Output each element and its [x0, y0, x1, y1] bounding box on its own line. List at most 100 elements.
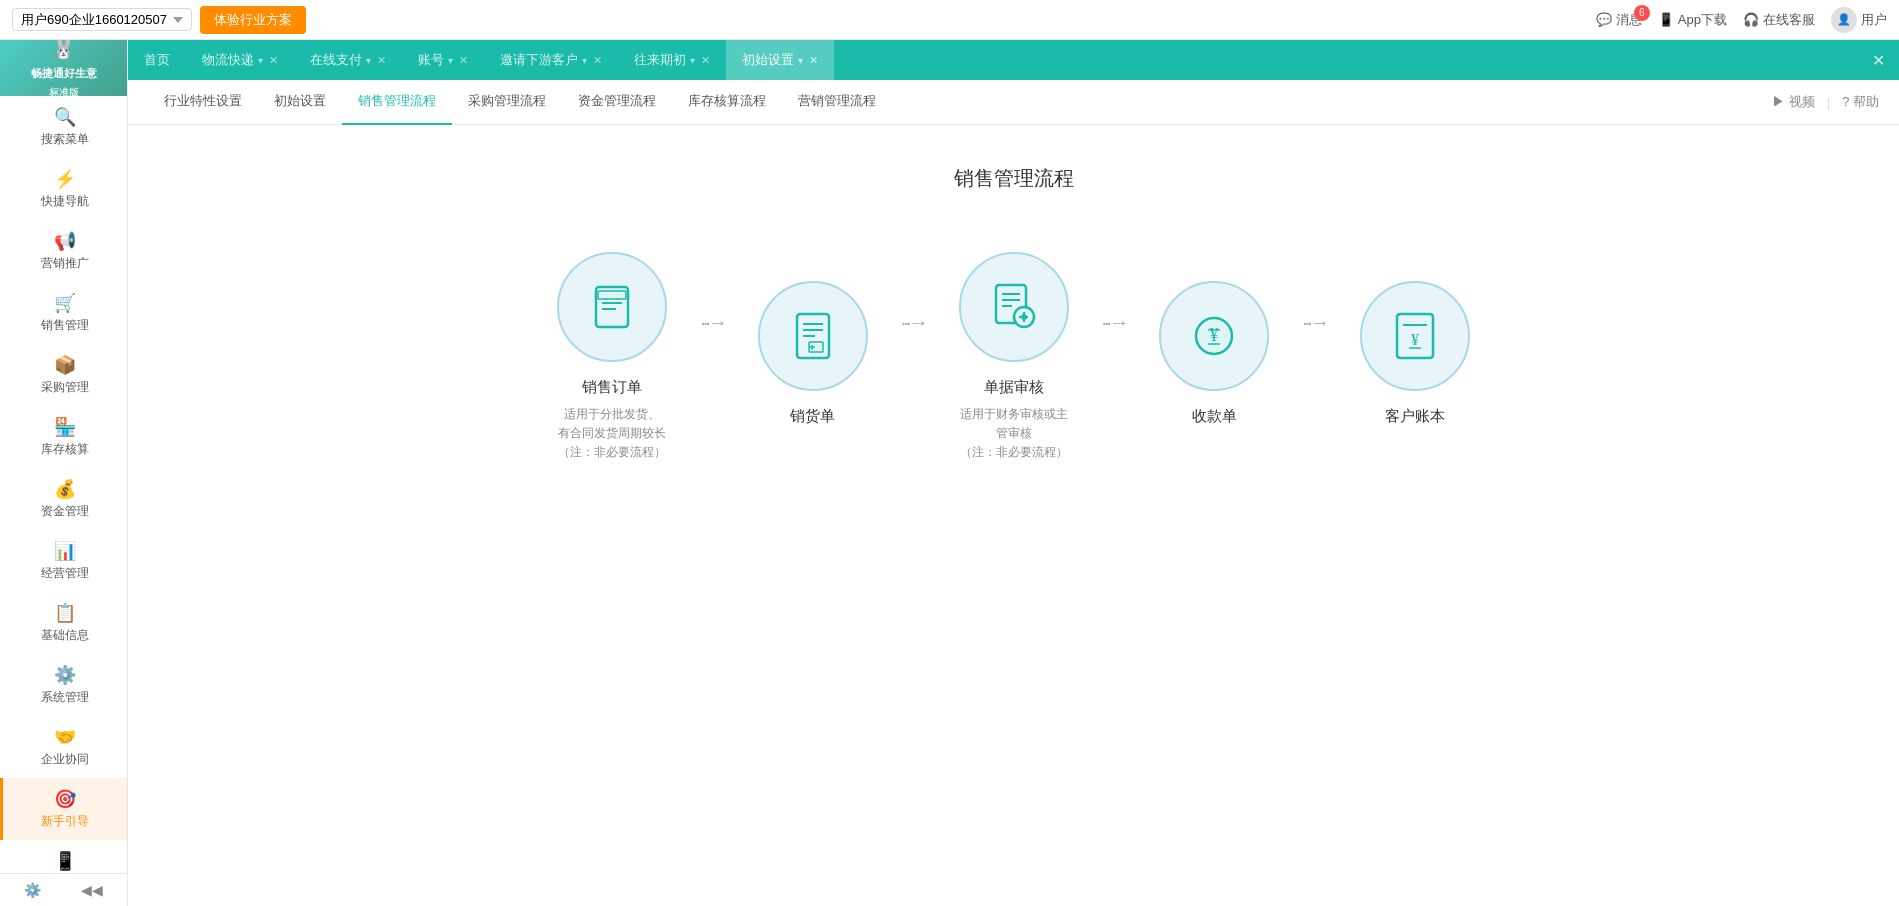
sys-mgmt-icon: ⚙️	[54, 664, 76, 686]
flow-arrow: ···→	[1294, 311, 1335, 334]
flow-steps: 销售订单适用于分批发货、有合同发货周期较长（注：非必要流程）···→ 销货单··…	[532, 252, 1495, 463]
sidebar-item-enterprise-coop[interactable]: 🤝企业协同	[0, 716, 127, 778]
step-name-receipt: 收款单	[1192, 407, 1237, 426]
svg-text:¥: ¥	[1210, 325, 1219, 345]
nav-tab-物流快递[interactable]: 物流快递 ▾ ✕	[186, 40, 294, 80]
online-service-item[interactable]: 🎧 在线客服	[1743, 11, 1815, 29]
nav-tab-在线支付[interactable]: 在线支付 ▾ ✕	[294, 40, 402, 80]
sidebar-label-basic-info: 基础信息	[41, 627, 89, 644]
flow-title: 销售管理流程	[954, 165, 1074, 192]
sidebar-item-finance-mgmt[interactable]: 💰资金管理	[0, 468, 127, 530]
flow-arrow: ···→	[692, 311, 733, 334]
basic-info-icon: 📋	[54, 602, 76, 624]
flow-step-receipt[interactable]: ¥ 收款单	[1134, 281, 1294, 434]
sidebar-label-inventory: 库存核算	[41, 441, 89, 458]
flow-arrow: ···→	[1094, 311, 1135, 334]
sub-tab-采购管理流程[interactable]: 采购管理流程	[452, 80, 562, 125]
sub-tabs: 行业特性设置初始设置销售管理流程采购管理流程资金管理流程库存核算流程营销管理流程…	[128, 80, 1899, 125]
step-name-doc-review: 单据审核	[984, 378, 1044, 397]
sidebar-label-search: 搜索菜单	[41, 131, 89, 148]
sidebar-item-marketing-promo[interactable]: 📢 营销推广	[0, 220, 127, 282]
sidebar-item-purchase-mgmt[interactable]: 📦采购管理	[0, 344, 127, 406]
nav-tabs: 首页物流快递 ▾ ✕在线支付 ▾ ✕账号 ▾ ✕邀请下游客户 ▾ ✕往来期初 ▾…	[128, 40, 1899, 80]
nav-tab-label: 邀请下游客户	[500, 51, 578, 69]
step-circle-sales-order	[557, 252, 667, 362]
enterprise-coop-icon: 🤝	[54, 726, 76, 748]
sub-tab-资金管理流程[interactable]: 资金管理流程	[562, 80, 672, 125]
headset-icon: 🎧	[1743, 12, 1759, 27]
app-download-item[interactable]: 📱 App下载	[1658, 11, 1727, 29]
step-name-sales-invoice: 销货单	[790, 407, 835, 426]
sub-tab-库存核算流程[interactable]: 库存核算流程	[672, 80, 782, 125]
collapse-icon[interactable]: ◀◀	[81, 882, 103, 898]
tab-close-btn[interactable]: ✕	[377, 54, 386, 67]
quick-nav-icon: ⚡	[54, 168, 76, 190]
svg-rect-4	[598, 291, 626, 299]
tab-close-btn[interactable]: ✕	[701, 54, 710, 67]
sidebar-bottom: ⚙️ ◀◀	[0, 873, 127, 906]
tab-arrow: ▾	[448, 55, 453, 66]
inventory-icon: 🏪	[54, 416, 76, 438]
tab-arrow: ▾	[798, 55, 803, 66]
svg-point-19	[1021, 314, 1027, 320]
app-subtitle: 标准版	[49, 86, 79, 100]
sidebar-item-sys-mgmt[interactable]: ⚙️ 系统管理	[0, 654, 127, 716]
tab-arrow: ▾	[366, 55, 371, 66]
search-icon: 🔍	[54, 106, 76, 128]
flow-step-doc-review[interactable]: 单据审核适用于财务审核或主管审核（注：非必要流程）	[934, 252, 1094, 463]
sidebar-label-sys-mgmt: 系统管理	[41, 689, 89, 706]
tab-close-btn[interactable]: ✕	[593, 54, 602, 67]
flow-step-customer-ledger[interactable]: ¥ 客户账本	[1335, 281, 1495, 434]
tab-arrow: ▾	[690, 55, 695, 66]
sub-tab-初始设置[interactable]: 初始设置	[258, 80, 342, 125]
tab-arrow: ▾	[582, 55, 587, 66]
sub-tab-营销管理流程[interactable]: 营销管理流程	[782, 80, 892, 125]
tab-close-btn[interactable]: ✕	[269, 54, 278, 67]
sidebar-item-newbie-guide[interactable]: 🎯新手引导	[0, 778, 127, 840]
logo-icon: 🐰	[51, 40, 76, 60]
online-service-label: 在线客服	[1763, 11, 1815, 29]
sidebar-item-basic-info[interactable]: 📋 基础信息	[0, 592, 127, 654]
sidebar-item-search[interactable]: 🔍 搜索菜单	[0, 96, 127, 158]
user-selector[interactable]: 用户690企业1660120507	[12, 8, 192, 31]
nav-tab-账号[interactable]: 账号 ▾ ✕	[402, 40, 484, 80]
experience-button[interactable]: 体验行业方案	[200, 6, 306, 34]
nav-tab-邀请下游客户[interactable]: 邀请下游客户 ▾ ✕	[484, 40, 618, 80]
settings-icon[interactable]: ⚙️	[24, 882, 41, 898]
sidebar-logo: 🐰 畅捷通好生意 标准版	[0, 40, 127, 96]
help-link[interactable]: ? 帮助	[1842, 93, 1879, 111]
marketing-promo-icon: 📢	[54, 230, 76, 252]
sidebar-item-quick-nav[interactable]: ⚡ 快捷导航	[0, 158, 127, 220]
flow-step-sales-order[interactable]: 销售订单适用于分批发货、有合同发货周期较长（注：非必要流程）	[532, 252, 692, 463]
step-name-customer-ledger: 客户账本	[1385, 407, 1445, 426]
video-link[interactable]: ▶ 视频	[1772, 93, 1815, 111]
tab-close-btn[interactable]: ✕	[809, 54, 818, 67]
play-icon: ▶	[1772, 94, 1785, 109]
tab-close-btn[interactable]: ✕	[459, 54, 468, 67]
sub-tab-行业特性设置[interactable]: 行业特性设置	[148, 80, 258, 125]
sidebar: 🐰 畅捷通好生意 标准版 🔍 搜索菜单 ⚡ 快捷导航 📢 营销推广 🛒销售管理📦采购管理 🏪 库…	[0, 40, 128, 906]
step-name-sales-order: 销售订单	[582, 378, 642, 397]
nav-tab-初始设置[interactable]: 初始设置 ▾ ✕	[726, 40, 834, 80]
sidebar-label-purchase-mgmt: 采购管理	[41, 379, 89, 396]
svg-text:¥: ¥	[1411, 331, 1419, 348]
sub-tab-销售管理流程[interactable]: 销售管理流程	[342, 80, 452, 125]
nav-tab-往来期初[interactable]: 往来期初 ▾ ✕	[618, 40, 726, 80]
sidebar-item-sales-mgmt[interactable]: 🛒销售管理	[0, 282, 127, 344]
sidebar-label-quick-nav: 快捷导航	[41, 193, 89, 210]
sidebar-item-operations[interactable]: 📊经营管理	[0, 530, 127, 592]
message-item[interactable]: 💬 消息 6	[1596, 11, 1642, 29]
sidebar-label-marketing-promo: 营销推广	[41, 255, 89, 272]
close-all-tabs[interactable]: ✕	[1858, 51, 1899, 70]
sidebar-item-app-center[interactable]: 📱应用中心	[0, 840, 127, 873]
app-center-icon: 📱	[54, 850, 76, 872]
header-right: 💬 消息 6 📱 App下载 🎧 在线客服 👤 用户	[1596, 7, 1887, 33]
sidebar-item-inventory[interactable]: 🏪 库存核算	[0, 406, 127, 468]
flow-step-sales-invoice[interactable]: 销货单	[733, 281, 893, 434]
nav-tab-首页[interactable]: 首页	[128, 40, 186, 80]
user-profile-item[interactable]: 👤 用户	[1831, 7, 1887, 33]
user-name-label: 用户	[1861, 11, 1887, 29]
sales-mgmt-icon: 🛒	[54, 292, 76, 314]
step-desc-doc-review: 适用于财务审核或主管审核（注：非必要流程）	[960, 405, 1068, 463]
step-circle-doc-review	[959, 252, 1069, 362]
